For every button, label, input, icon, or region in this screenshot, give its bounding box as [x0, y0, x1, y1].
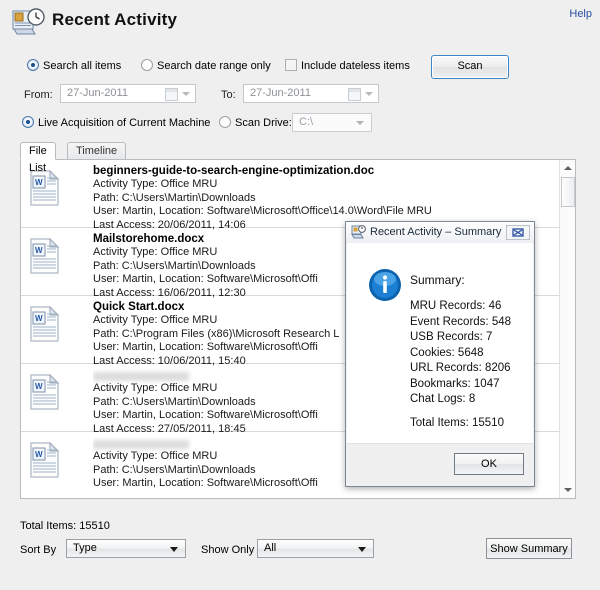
dialog-titlebar: Recent Activity – Summary	[346, 222, 534, 244]
sort-by-select[interactable]: Type	[66, 539, 186, 558]
svg-text:W: W	[35, 382, 43, 391]
dialog-stat-line: MRU Records: 46	[410, 300, 502, 312]
total-items-label: Total Items: 15510	[20, 520, 110, 532]
user-location: User: Martin, Location: Software\Microso…	[93, 205, 432, 217]
summary-dialog: Recent Activity – Summary Summary: MRU R…	[345, 221, 535, 487]
ok-button[interactable]: OK	[454, 453, 524, 475]
radio-search-date-range[interactable]: Search date range only	[141, 59, 271, 72]
to-date-value: 27-Jun-2011	[250, 87, 311, 99]
radio-icon-date-range[interactable]	[141, 59, 153, 71]
file-name: beginners-guide-to-search-engine-optimiz…	[93, 165, 375, 177]
show-summary-button[interactable]: Show Summary	[486, 538, 572, 559]
word-document-icon: W	[29, 237, 61, 274]
dialog-stat-line: USB Records: 7	[410, 331, 493, 343]
svg-text:W: W	[35, 314, 43, 323]
radio-label-scan-drive: Scan Drive:	[235, 117, 292, 129]
radio-search-all-items[interactable]: Search all items	[27, 59, 121, 72]
vertical-scrollbar[interactable]	[559, 160, 575, 498]
show-only-label: Show Only	[201, 544, 255, 556]
radio-icon-live-acquisition[interactable]	[22, 116, 34, 128]
dialog-stats-list: MRU Records: 46 Event Records: 548 USB Rec…	[410, 299, 511, 408]
scroll-up-arrow-icon[interactable]	[560, 160, 575, 176]
scan-button[interactable]: Scan	[431, 55, 509, 79]
chevron-down-icon[interactable]	[358, 547, 366, 552]
radio-label-live-acquisition: Live Acquisition of Current Machine	[38, 117, 211, 129]
recent-activity-icon	[12, 8, 46, 38]
word-document-icon: W	[29, 305, 61, 342]
show-only-select[interactable]: All	[257, 539, 374, 558]
acquisition-row: Live Acquisition of Current Machine Scan…	[0, 112, 600, 136]
radio-scan-drive[interactable]: Scan Drive:	[219, 116, 292, 129]
word-document-icon: W	[29, 373, 61, 410]
page-title: Recent Activity	[52, 10, 178, 29]
dialog-summary-label: Summary:	[410, 273, 465, 287]
activity-type: Activity Type: Office MRU	[93, 178, 218, 190]
app-header: Recent Activity Help	[0, 0, 600, 40]
chevron-down-icon[interactable]	[356, 121, 364, 125]
to-date-input[interactable]: 27-Jun-2011	[243, 84, 379, 103]
help-link[interactable]: Help	[569, 8, 592, 20]
redacted-file-name	[93, 439, 189, 449]
chevron-down-icon[interactable]	[182, 92, 190, 96]
sort-by-value: Type	[73, 542, 97, 554]
radio-live-acquisition[interactable]: Live Acquisition of Current Machine	[22, 116, 210, 129]
checkbox-icon-include-dateless[interactable]	[285, 59, 297, 71]
dialog-stat-line: Event Records: 548	[410, 315, 512, 328]
from-label: From:	[24, 89, 53, 101]
chevron-down-icon[interactable]	[365, 92, 373, 96]
dialog-stat-line: Bookmarks: 1047	[410, 377, 500, 390]
dialog-total-items: Total Items: 15510	[410, 417, 504, 429]
checkbox-label-include-dateless: Include dateless items	[301, 60, 410, 72]
dialog-footer: OK	[347, 443, 533, 485]
chevron-down-icon[interactable]	[170, 547, 178, 552]
date-range-row: From: 27-Jun-2011 To: 27-Jun-2011	[0, 84, 600, 108]
tab-file-list[interactable]: File List	[20, 142, 56, 174]
file-path: Path: C:\Users\Martin\Downloads	[93, 191, 256, 204]
checkbox-include-dateless[interactable]: Include dateless items	[285, 59, 410, 72]
application-icon	[351, 225, 366, 240]
svg-text:W: W	[35, 246, 43, 255]
calendar-icon	[165, 88, 178, 101]
radio-label-search-all: Search all items	[43, 60, 122, 72]
tab-timeline[interactable]: Timeline	[67, 142, 127, 160]
dialog-body: Summary: MRU Records: 46 Event Records: 5…	[347, 243, 533, 444]
radio-label-date-range: Search date range only	[157, 60, 271, 72]
dialog-stat-line: Cookies: 5648	[410, 346, 484, 359]
dialog-stat-line: URL Records: 8206	[410, 362, 511, 374]
calendar-icon	[348, 88, 361, 101]
svg-text:W: W	[35, 450, 43, 459]
info-icon	[368, 268, 402, 302]
scrollbar-thumb[interactable]	[561, 177, 575, 207]
show-only-value: All	[264, 542, 277, 554]
svg-text:W: W	[35, 178, 43, 187]
from-date-input[interactable]: 27-Jun-2011	[60, 84, 196, 103]
dialog-title: Recent Activity – Summary	[370, 226, 502, 238]
drive-select[interactable]: C:\	[292, 113, 372, 132]
sort-by-label: Sort By	[20, 544, 57, 556]
drive-select-value: C:\	[299, 116, 314, 128]
to-label: To:	[221, 89, 236, 101]
redacted-file-name	[93, 371, 189, 381]
file-list-row[interactable]: Wbeginners-guide-to-search-engine-optimi…	[21, 160, 560, 231]
close-icon[interactable]	[506, 225, 530, 240]
word-document-icon: W	[29, 441, 61, 478]
search-options-row: Search all items Search date range only …	[0, 55, 600, 79]
from-date-value: 27-Jun-2011	[67, 87, 128, 99]
scroll-down-arrow-icon[interactable]	[560, 482, 575, 498]
dialog-stat-line: Chat Logs: 8	[410, 393, 476, 405]
radio-icon-scan-drive[interactable]	[219, 116, 231, 128]
radio-icon-search-all[interactable]	[27, 59, 39, 71]
